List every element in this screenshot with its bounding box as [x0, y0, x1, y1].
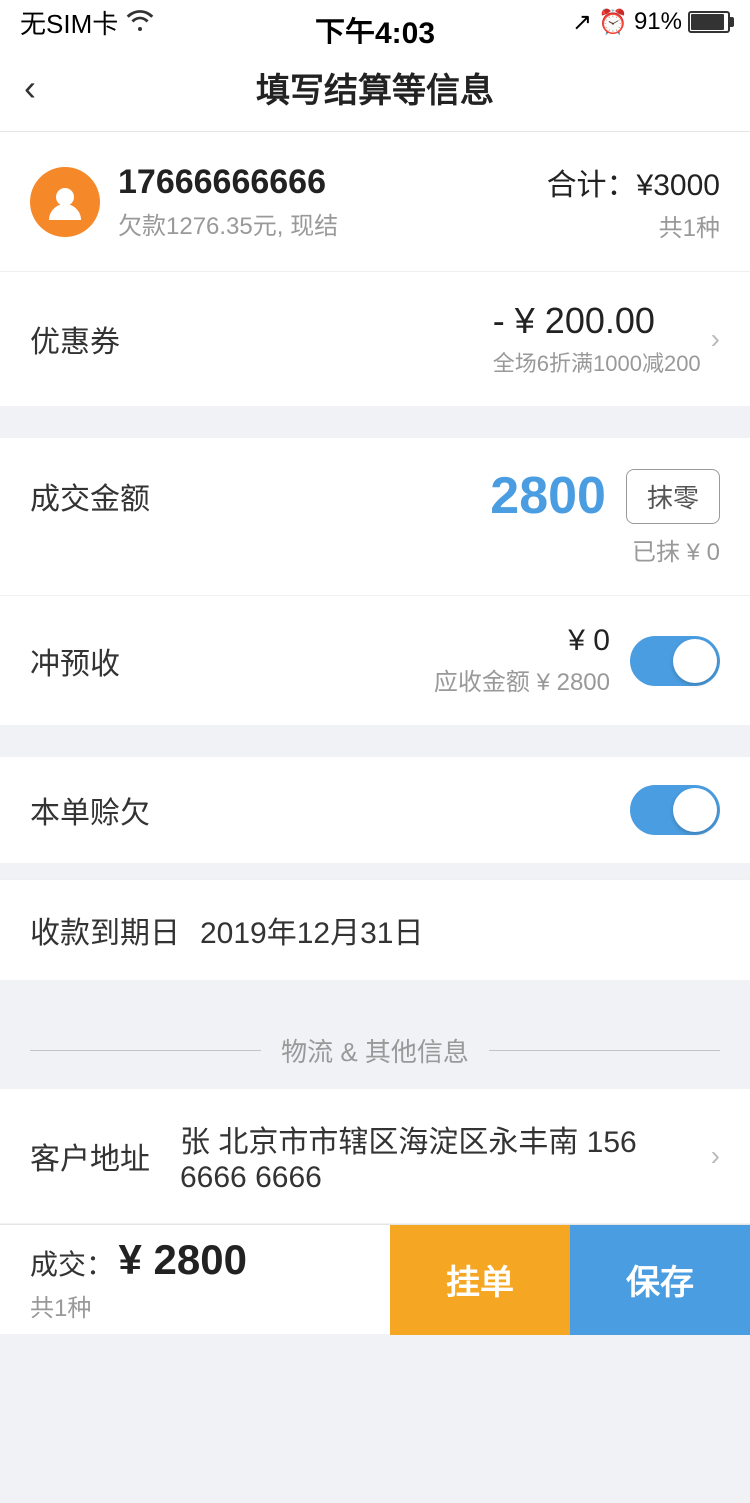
total-count: 共1种 [547, 208, 720, 243]
duedate-row: 收款到期日 2019年12月31日 [30, 908, 720, 952]
coupon-right: - ¥ 200.00 全场6折满1000减200 › [493, 300, 720, 378]
location-icon: ↗ [572, 8, 592, 37]
logistics-line-right [489, 1050, 720, 1051]
duedate-value: 2019年12月31日 [200, 908, 423, 952]
divider-3 [0, 996, 750, 1012]
amount-value: 2800 [490, 466, 606, 526]
precollect-right: ¥ 0 应收金额 ¥ 2800 [434, 624, 720, 697]
address-label: 客户地址 [30, 1134, 150, 1178]
battery-percent: 91% [634, 8, 682, 36]
toggle-knob [673, 639, 717, 683]
precollect-row: 冲预收 ¥ 0 应收金额 ¥ 2800 [30, 624, 720, 697]
amount-label: 成交金额 [30, 474, 150, 518]
debt-toggle-knob [673, 788, 717, 832]
status-left: 无SIM卡 [20, 4, 154, 41]
alarm-icon: ⏰ [598, 8, 628, 37]
customer-left: 17666666666 欠款1276.35元, 现结 [30, 163, 338, 241]
precollect-section: 冲预收 ¥ 0 应收金额 ¥ 2800 [0, 595, 750, 725]
customer-info: 17666666666 欠款1276.35元, 现结 [118, 163, 338, 241]
amount-section: 成交金额 2800 抹零 已抹 ¥ 0 [0, 438, 750, 595]
total-amount: 合计：¥3000 [547, 160, 720, 204]
bottom-bar: 成交： ¥ 2800 共1种 挂单 保存 [0, 1224, 750, 1334]
carrier-text: 无SIM卡 [20, 4, 118, 41]
coupon-desc: 全场6折满1000减200 [493, 346, 701, 378]
logistics-line-left [30, 1050, 261, 1051]
chevron-right-icon: › [711, 323, 720, 355]
coupon-values: - ¥ 200.00 全场6折满1000减200 [493, 300, 701, 378]
divider-1 [0, 422, 750, 438]
logistics-header: 物流 & 其他信息 [0, 1012, 750, 1089]
precollect-sub: 应收金额 ¥ 2800 [434, 662, 610, 697]
save-button[interactable]: 保存 [570, 1225, 750, 1335]
page-title: 填写结算等信息 [256, 63, 494, 112]
avatar [30, 167, 100, 237]
status-bar: 无SIM卡 下午4:03 ↗ ⏰ 91% [0, 0, 750, 44]
divider-2 [0, 741, 750, 757]
customer-sub: 欠款1276.35元, 现结 [118, 206, 338, 241]
hold-button[interactable]: 挂单 [390, 1225, 570, 1335]
address-value: 张 北京市市辖区海淀区永丰南 156 6666 6666 [180, 1117, 701, 1195]
bottom-count: 共1种 [30, 1288, 360, 1323]
coupon-row[interactable]: 优惠券 - ¥ 200.00 全场6折满1000减200 › [0, 271, 750, 406]
battery-icon [688, 11, 730, 33]
status-right: ↗ ⏰ 91% [572, 8, 730, 37]
precollect-label: 冲预收 [30, 639, 120, 683]
address-chevron-icon: › [711, 1140, 720, 1172]
avatar-icon [45, 182, 85, 222]
bottom-summary: 成交： ¥ 2800 共1种 [0, 1236, 390, 1323]
precollect-toggle[interactable] [630, 636, 720, 686]
debt-section: 本单赊欠 [0, 757, 750, 863]
amount-right: 2800 抹零 [490, 466, 720, 526]
amount-row: 成交金额 2800 抹零 [30, 466, 720, 526]
coupon-discount: - ¥ 200.00 [493, 300, 701, 342]
duedate-card: 收款到期日 2019年12月31日 [0, 879, 750, 980]
debt-label: 本单赊欠 [30, 788, 150, 832]
customer-right: 合计：¥3000 共1种 [547, 160, 720, 243]
logistics-text: 物流 & 其他信息 [281, 1032, 469, 1069]
customer-card: 17666666666 欠款1276.35元, 现结 合计：¥3000 共1种 … [0, 132, 750, 406]
bottom-deal-line: 成交： ¥ 2800 [30, 1236, 360, 1284]
nav-bar: ‹ 填写结算等信息 [0, 44, 750, 132]
bottom-deal-amount: ¥ 2800 [118, 1236, 246, 1283]
customer-row: 17666666666 欠款1276.35元, 现结 合计：¥3000 共1种 [0, 132, 750, 271]
address-section[interactable]: 客户地址 张 北京市市辖区海淀区永丰南 156 6666 6666 › [0, 1089, 750, 1223]
amount-sub: 已抹 ¥ 0 [30, 532, 720, 567]
back-button[interactable]: ‹ [24, 67, 36, 109]
customer-phone: 17666666666 [118, 163, 338, 202]
wifi-icon [126, 7, 154, 38]
duedate-section: 收款到期日 2019年12月31日 [0, 880, 750, 980]
precollect-values: ¥ 0 应收金额 ¥ 2800 [434, 624, 610, 697]
debt-row: 本单赊欠 [30, 785, 720, 835]
amount-card: 成交金额 2800 抹零 已抹 ¥ 0 冲预收 ¥ 0 应收金额 ¥ 2800 [0, 438, 750, 725]
debt-toggle[interactable] [630, 785, 720, 835]
bottom-deal-label: 成交： [30, 1249, 114, 1280]
round-button[interactable]: 抹零 [626, 469, 720, 524]
coupon-label: 优惠券 [30, 317, 120, 361]
precollect-amount: ¥ 0 [434, 624, 610, 658]
duedate-label: 收款到期日 [30, 908, 180, 952]
